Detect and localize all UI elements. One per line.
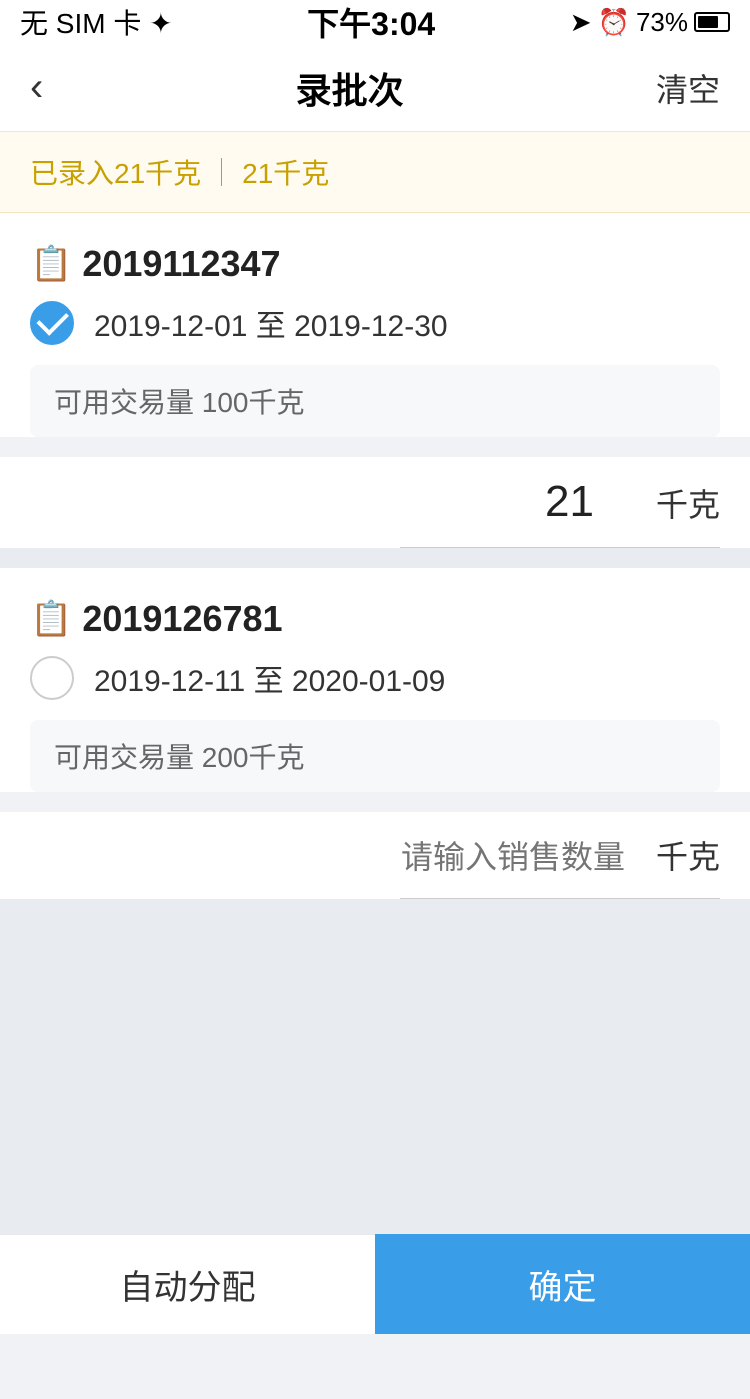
batch-id-2: 2019126781 <box>82 598 282 640</box>
avail-box-2: 可用交易量 200千克 <box>30 720 720 792</box>
avail-box-1: 可用交易量 100千克 <box>30 365 720 437</box>
battery-text: 73% <box>636 7 688 38</box>
quantity-unit-2: 千克 <box>656 832 720 878</box>
radio-select-1[interactable] <box>30 301 74 345</box>
batch-header-1: 📋 2019112347 <box>30 243 720 285</box>
clear-button[interactable]: 清空 <box>656 65 720 111</box>
summary-value: 21千克 <box>242 152 329 192</box>
quantity-value-1: 21 <box>545 477 594 527</box>
summary-divider <box>221 158 222 186</box>
underline-1 <box>400 547 720 548</box>
bottom-bar: 自动分配 确定 <box>0 1234 750 1334</box>
batch-id-1: 2019112347 <box>82 243 280 285</box>
batch-date-2: 2019-12-11 至 2020-01-09 <box>94 656 445 700</box>
batch-date-1: 2019-12-01 至 2019-12-30 <box>94 301 448 345</box>
batch-row-2: 2019-12-11 至 2020-01-09 <box>30 656 720 700</box>
batch-header-2: 📋 2019126781 <box>30 598 720 640</box>
page-title: 录批次 <box>296 62 404 114</box>
batch-icon-1: 📋 <box>30 244 72 284</box>
no-sim-text: 无 SIM 卡 ✦ <box>20 2 173 42</box>
quantity-unit-1: 千克 <box>656 480 720 526</box>
alarm-icon: ⏰ <box>598 7 630 38</box>
auto-assign-button[interactable]: 自动分配 <box>0 1234 375 1334</box>
underline-2 <box>400 898 720 899</box>
batch-icon-2: 📋 <box>30 599 72 639</box>
section-sep-1 <box>0 548 750 568</box>
quantity-input-2[interactable] <box>220 839 640 876</box>
batch-row-1: 2019-12-01 至 2019-12-30 <box>30 301 720 345</box>
quantity-row-1: 21 千克 <box>0 457 750 547</box>
nav-bar: ‹ 录批次 清空 <box>0 44 750 132</box>
radio-select-2[interactable] <box>30 656 74 700</box>
battery-icon <box>694 12 730 32</box>
confirm-button[interactable]: 确定 <box>375 1234 750 1334</box>
status-bar: 无 SIM 卡 ✦ 下午3:04 ➤ ⏰ 73% <box>0 0 750 44</box>
batch-card-1: 📋 2019112347 2019-12-01 至 2019-12-30 可用交… <box>0 213 750 437</box>
summary-label: 已录入21千克 <box>30 152 201 192</box>
batch-card-2: 📋 2019126781 2019-12-11 至 2020-01-09 可用交… <box>0 568 750 792</box>
content-area: 已录入21千克 21千克 📋 2019112347 2019-12-01 至 2… <box>0 132 750 1399</box>
status-right: ➤ ⏰ 73% <box>570 7 730 38</box>
summary-bar: 已录入21千克 21千克 <box>0 132 750 213</box>
status-left: 无 SIM 卡 ✦ <box>20 2 173 42</box>
back-button[interactable]: ‹ <box>30 65 43 110</box>
location-icon: ➤ <box>570 7 592 38</box>
quantity-row-2: 千克 <box>0 812 750 898</box>
status-time: 下午3:04 <box>307 0 435 45</box>
